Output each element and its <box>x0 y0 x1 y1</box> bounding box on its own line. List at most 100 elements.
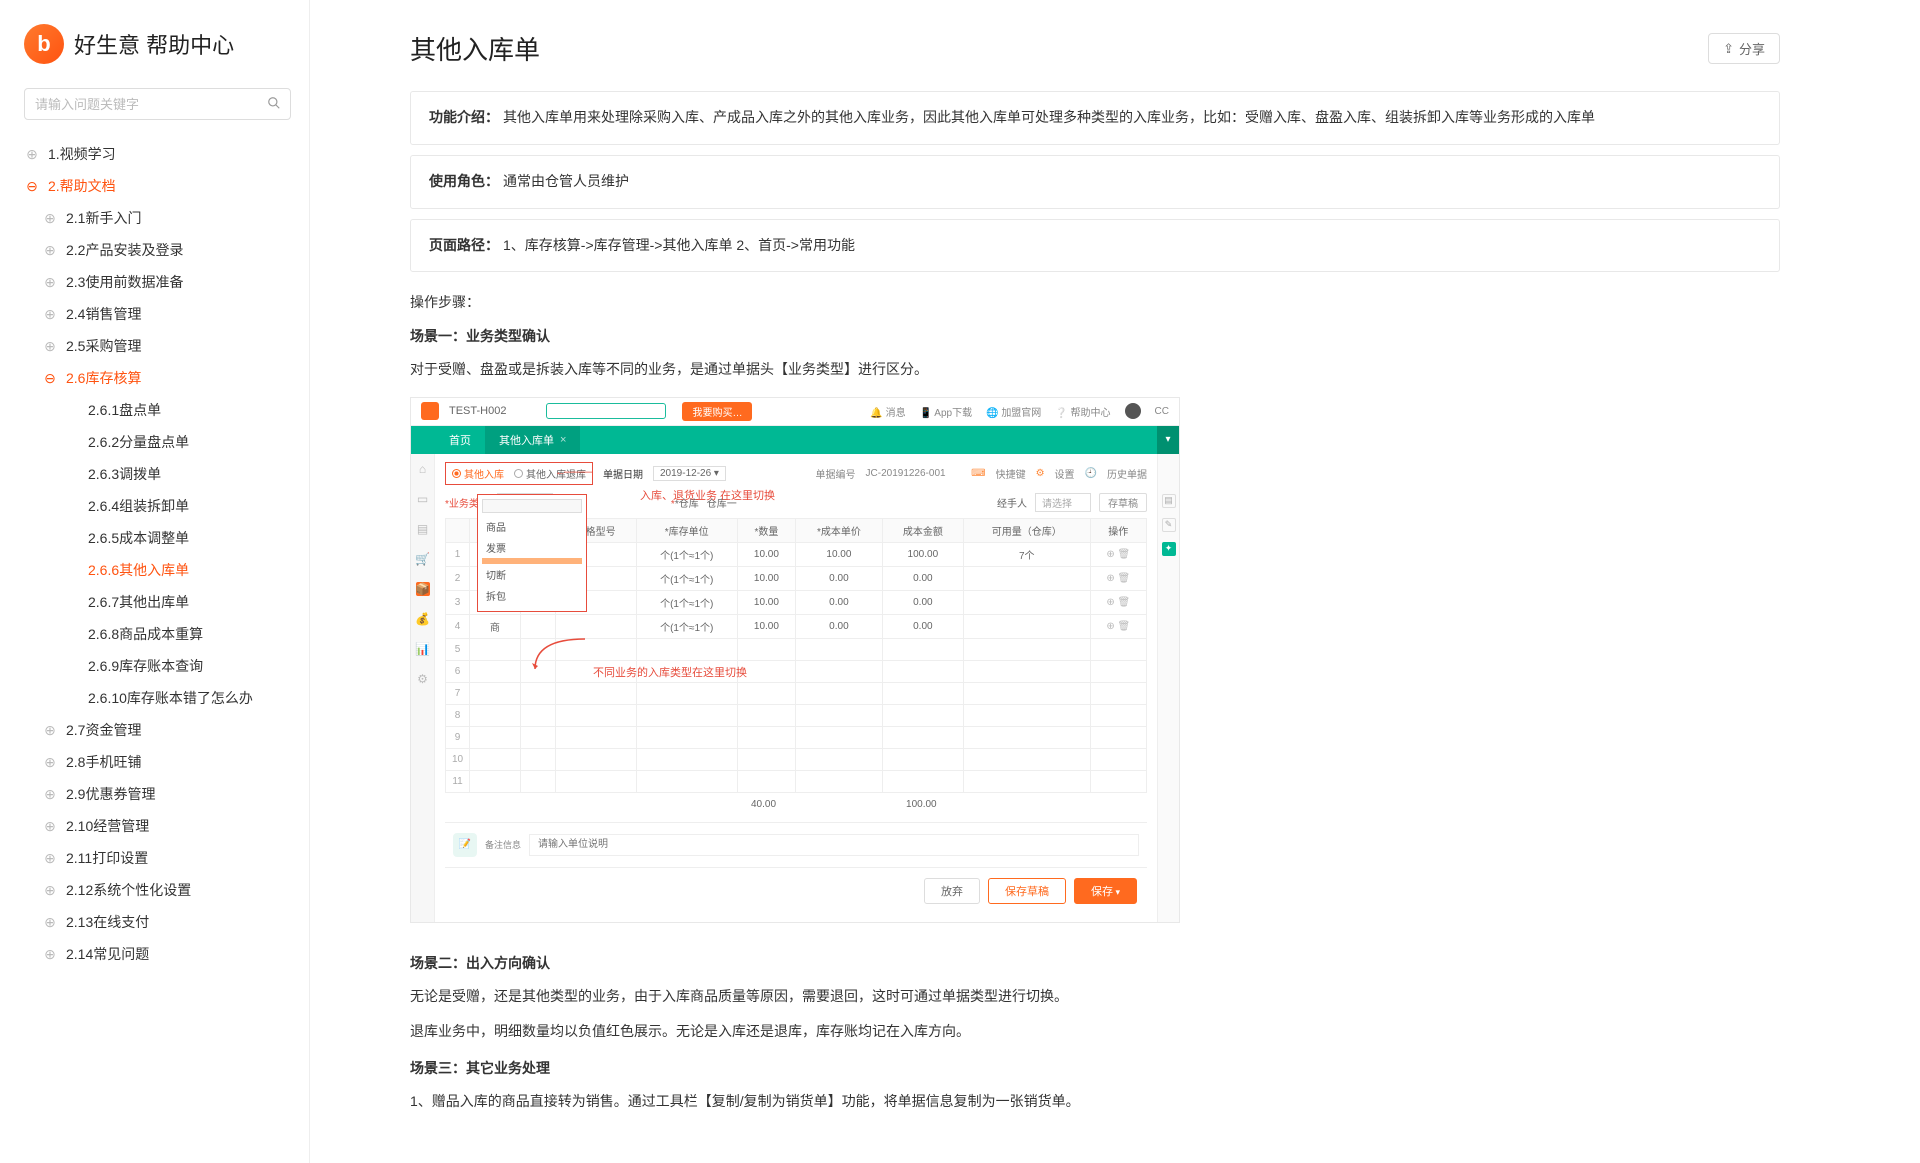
nav-item-27[interactable]: ⊕2.7资金管理 <box>42 714 291 746</box>
history-icon[interactable]: 🕘 <box>1085 468 1097 479</box>
ss-top-link[interactable]: 🌐 加盟官网 <box>986 404 1041 419</box>
ss-top-link[interactable]: 🔔 消息 <box>870 404 905 419</box>
nav-label: 2.1新手入门 <box>66 208 141 228</box>
sidebar: b 好生意 帮助中心 ⊕1.视频学习 ⊖2.帮助文档 ⊕2.1新手入门 ⊕2.2… <box>0 0 310 1163</box>
plus-icon: ⊕ <box>42 850 58 866</box>
embedded-screenshot: TEST-H002 我要购买… 🔔 消息 📱 App下载 🌐 加盟官网 ❔ 帮助… <box>410 397 1180 923</box>
rail-icon[interactable]: 💰 <box>416 612 430 626</box>
nav-item-21[interactable]: ⊕2.1新手入门 <box>42 202 291 234</box>
share-button[interactable]: ⇪ 分享 <box>1708 33 1780 64</box>
avatar-icon[interactable] <box>1125 403 1141 419</box>
nav-leaf-264[interactable]: 2.6.4组装拆卸单 <box>88 490 291 522</box>
tool-label: 历史单据 <box>1107 466 1147 481</box>
nav-label: 2.10经营管理 <box>66 816 149 836</box>
shortcut-icon[interactable]: ⌨ <box>971 468 985 479</box>
row-actions[interactable]: ⊕ 🗑 <box>1090 614 1146 638</box>
save-button[interactable]: 保存 <box>1074 878 1137 904</box>
nav-item-29[interactable]: ⊕2.9优惠券管理 <box>42 778 291 810</box>
draft-mini-button[interactable]: 存草稿 <box>1099 493 1147 512</box>
nav-leaf-267[interactable]: 2.6.7其他出库单 <box>88 586 291 618</box>
nav-leaf-2610[interactable]: 2.6.10库存账本错了怎么办 <box>88 682 291 714</box>
rail-icon[interactable]: ⚙ <box>416 672 430 686</box>
table-row-empty[interactable]: 11 <box>446 770 1147 792</box>
date-input[interactable]: 2019-12-26 ▾ <box>653 466 726 481</box>
rail-icon[interactable]: ▭ <box>416 492 430 506</box>
nav-item-210[interactable]: ⊕2.10经营管理 <box>42 810 291 842</box>
ss-top-link[interactable]: 📱 App下载 <box>920 404 972 419</box>
search-input[interactable] <box>24 88 291 120</box>
table-row-empty[interactable]: 7 <box>446 682 1147 704</box>
nav-item-26[interactable]: ⊖2.6库存核算 <box>42 362 291 394</box>
rail-icon[interactable]: ⌂ <box>416 462 430 476</box>
plus-icon: ⊕ <box>24 146 40 162</box>
brand-logo-icon: b <box>24 24 64 64</box>
nav-label: 2.3使用前数据准备 <box>66 272 183 292</box>
ss-logo-icon <box>421 402 439 420</box>
nav-leaf-266[interactable]: 2.6.6其他入库单 <box>88 554 291 586</box>
radio-in[interactable]: 其他入库 <box>452 466 504 481</box>
annotation-arrow-2 <box>530 634 590 674</box>
table-footer: 40.00 100.00 <box>445 793 1147 816</box>
nav-leaf-262[interactable]: 2.6.2分量盘点单 <box>88 426 291 458</box>
nav-label: 2.14常见问题 <box>66 944 149 964</box>
nav-item-video[interactable]: ⊕1.视频学习 <box>24 138 291 170</box>
dropdown-item[interactable]: 拆包 <box>482 585 582 606</box>
row-actions[interactable]: ⊕ 🗑 <box>1090 542 1146 566</box>
ss-top-link[interactable]: ❔ 帮助中心 <box>1055 404 1110 419</box>
dropdown-item[interactable]: 切断 <box>482 564 582 585</box>
nav-item-docs[interactable]: ⊖2.帮助文档 <box>24 170 291 202</box>
remark-input[interactable] <box>529 834 1139 856</box>
table-row-empty[interactable]: 10 <box>446 748 1147 770</box>
rail-icon[interactable]: 📊 <box>416 642 430 656</box>
dropdown-item[interactable]: 发票 <box>482 537 582 558</box>
brand-title: 好生意 帮助中心 <box>74 28 234 60</box>
nav-label: 2.8手机旺铺 <box>66 752 141 772</box>
ss-search-input[interactable] <box>546 403 666 419</box>
minus-icon: ⊖ <box>42 370 58 386</box>
rail-btn[interactable]: ✎ <box>1162 518 1176 532</box>
rail-btn[interactable]: ▤ <box>1162 494 1176 508</box>
ss-buy-button[interactable]: 我要购买… <box>682 402 752 421</box>
dropdown-search[interactable] <box>482 499 582 513</box>
total-qty: 40.00 <box>751 799 776 810</box>
plus-icon: ⊕ <box>42 946 58 962</box>
discard-button[interactable]: 放弃 <box>924 878 980 904</box>
ss-tab-home[interactable]: 首页 <box>435 426 485 454</box>
row-actions[interactable]: ⊕ 🗑 <box>1090 590 1146 614</box>
handler-select[interactable]: 请选择 <box>1035 493 1091 512</box>
rail-icon[interactable]: ▤ <box>416 522 430 536</box>
nav-item-25[interactable]: ⊕2.5采购管理 <box>42 330 291 362</box>
table-row-empty[interactable]: 8 <box>446 704 1147 726</box>
nav-leaf-263[interactable]: 2.6.3调拨单 <box>88 458 291 490</box>
nav-item-213[interactable]: ⊕2.13在线支付 <box>42 906 291 938</box>
nav-item-211[interactable]: ⊕2.11打印设置 <box>42 842 291 874</box>
nav-item-23[interactable]: ⊕2.3使用前数据准备 <box>42 266 291 298</box>
row-actions[interactable]: ⊕ 🗑 <box>1090 566 1146 590</box>
gear-icon[interactable]: ⚙ <box>1036 468 1045 479</box>
rail-icon[interactable]: 🛒 <box>416 552 430 566</box>
nav-item-28[interactable]: ⊕2.8手机旺铺 <box>42 746 291 778</box>
dropdown-item[interactable]: 商品 <box>482 516 582 537</box>
handler-label: 经手人 <box>997 495 1027 510</box>
ss-tabs-more-icon[interactable]: ▾ <box>1157 426 1179 454</box>
nav-leaf-261[interactable]: 2.6.1盘点单 <box>88 394 291 426</box>
rail-icon-active[interactable]: 📦 <box>416 582 430 596</box>
nav-leaf-265[interactable]: 2.6.5成本调整单 <box>88 522 291 554</box>
nav-leaf-269[interactable]: 2.6.9库存账本查询 <box>88 650 291 682</box>
table-row-empty[interactable]: 9 <box>446 726 1147 748</box>
scene2-title: 场景二：出入方向确认 <box>410 953 1780 973</box>
ss-link-label: 帮助中心 <box>1071 408 1111 419</box>
nav-leaf-268[interactable]: 2.6.8商品成本重算 <box>88 618 291 650</box>
close-icon[interactable]: × <box>560 434 566 446</box>
nav-item-22[interactable]: ⊕2.2产品安装及登录 <box>42 234 291 266</box>
nav-item-24[interactable]: ⊕2.4销售管理 <box>42 298 291 330</box>
nav-item-212[interactable]: ⊕2.12系统个性化设置 <box>42 874 291 906</box>
steps-label: 操作步骤： <box>410 292 1780 312</box>
role-label: 使用角色： <box>429 173 499 189</box>
nav-item-214[interactable]: ⊕ 2.14常见问题 <box>42 938 291 970</box>
table-header: *数量 <box>737 518 795 542</box>
table-header: 可用量（仓库） <box>963 518 1090 542</box>
save-draft-button[interactable]: 保存草稿 <box>988 878 1066 904</box>
rail-btn-active[interactable]: ✦ <box>1162 542 1176 556</box>
ss-tab-current[interactable]: 其他入库单× <box>485 426 580 454</box>
